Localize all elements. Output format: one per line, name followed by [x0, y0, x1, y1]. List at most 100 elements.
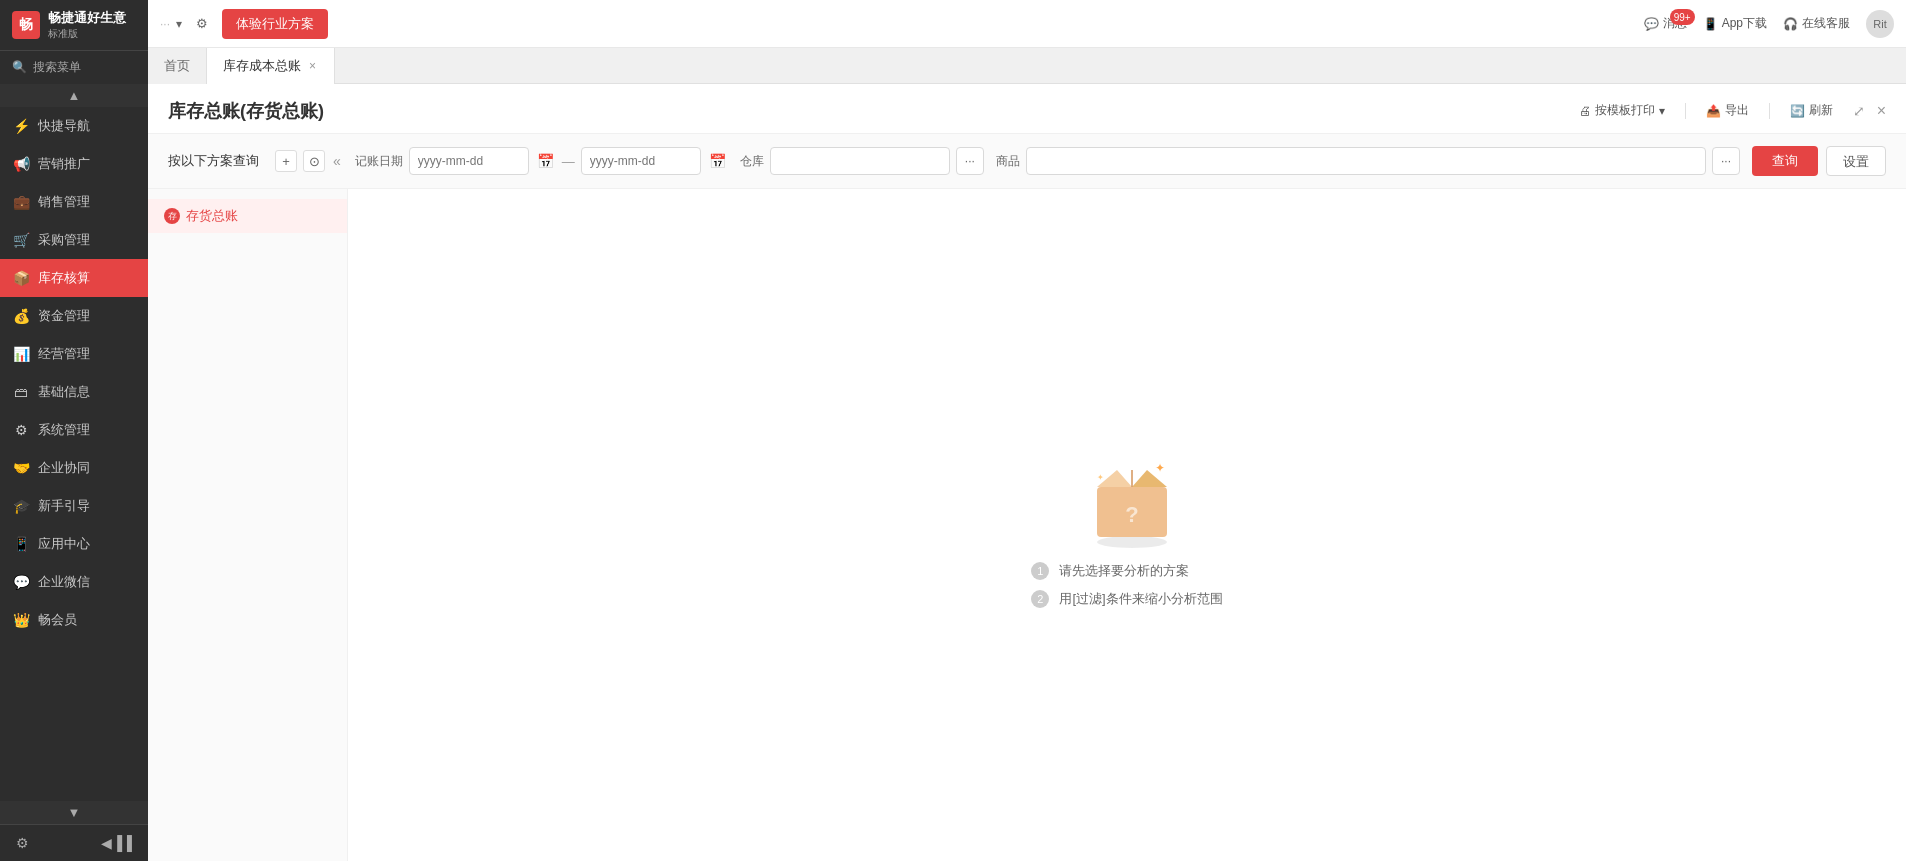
search-icon: 🔍 — [12, 60, 27, 74]
empty-state: ? ✦ ✦ 1 请先选择要分析的方案 2 用[过滤] — [1031, 442, 1222, 608]
tab-home-label: 首页 — [164, 57, 190, 75]
industry-solution-button[interactable]: 体验行业方案 — [222, 9, 328, 39]
warehouse-more-button[interactable]: ··· — [956, 147, 984, 175]
filter-date-group: 记账日期 📅 — 📅 — [355, 147, 728, 175]
sidebar-item-label: 企业微信 — [38, 573, 136, 591]
print-button[interactable]: 🖨 按模板打印 ▾ — [1571, 98, 1673, 123]
sidebar-item-shortcut[interactable]: ⚡ 快捷导航 — [0, 107, 148, 145]
panel-close-button[interactable]: × — [1877, 102, 1886, 120]
page-title: 库存总账(存货总账) — [168, 99, 324, 123]
shortcut-icon: ⚡ — [12, 118, 30, 134]
basic-icon: 🗃 — [12, 384, 30, 400]
sidebar-scroll-down[interactable]: ▼ — [0, 801, 148, 824]
tab-home[interactable]: 首页 — [148, 48, 207, 84]
step-1-text: 请先选择要分析的方案 — [1059, 562, 1189, 580]
page-content: 库存总账(存货总账) 🖨 按模板打印 ▾ 📤 导出 🔄 刷新 ⤢ — [148, 84, 1906, 861]
sidebar-item-wechat[interactable]: 💬 企业微信 — [0, 563, 148, 601]
panel-resize-button[interactable]: ⤢ — [1853, 103, 1865, 119]
date-end-input[interactable] — [581, 147, 701, 175]
topbar-dropdown-button[interactable]: ▾ — [176, 17, 182, 31]
guide-icon: 🎓 — [12, 498, 30, 514]
filter-add-button[interactable]: + — [275, 150, 297, 172]
filter-bar: 按以下方案查询 + ⊙ « 记账日期 📅 — 📅 仓库 ··· 商品 — [148, 134, 1906, 189]
action-divider-2 — [1769, 103, 1770, 119]
sidebar-item-apps[interactable]: 📱 应用中心 — [0, 525, 148, 563]
inventory-icon: 📦 — [12, 270, 30, 286]
online-service-button[interactable]: 🎧 在线客服 — [1783, 15, 1850, 32]
breadcrumb: ··· — [160, 17, 170, 31]
step-2-text: 用[过滤]条件来缩小分析范围 — [1059, 590, 1222, 608]
sidebar-item-guide[interactable]: 🎓 新手引导 — [0, 487, 148, 525]
step-2-number: 2 — [1031, 590, 1049, 608]
filter-warehouse-group: 仓库 ··· — [740, 147, 984, 175]
sidebar-item-finance[interactable]: 💰 资金管理 — [0, 297, 148, 335]
empty-illustration-svg: ? ✦ ✦ — [1077, 442, 1187, 552]
product-field-label: 商品 — [996, 153, 1020, 170]
product-more-button[interactable]: ··· — [1712, 147, 1740, 175]
footer-audio-icon[interactable]: ◀▐▐ — [101, 835, 132, 851]
refresh-button[interactable]: 🔄 刷新 — [1782, 98, 1841, 123]
calendar-start-button[interactable]: 📅 — [535, 151, 556, 171]
empty-step-1: 1 请先选择要分析的方案 — [1031, 562, 1222, 580]
sidebar-item-marketing[interactable]: 📢 营销推广 — [0, 145, 148, 183]
date-start-input[interactable] — [409, 147, 529, 175]
warehouse-input[interactable] — [770, 147, 950, 175]
calendar-end-button[interactable]: 📅 — [707, 151, 728, 171]
sidebar-item-inventory[interactable]: 📦 库存核算 — [0, 259, 148, 297]
app-logo-icon: 畅 — [12, 11, 40, 39]
topbar-settings-button[interactable]: ⚙ — [188, 10, 216, 38]
sidebar-scroll-up[interactable]: ▲ — [0, 84, 148, 107]
sidebar-item-label: 基础信息 — [38, 383, 136, 401]
operation-icon: 📊 — [12, 346, 30, 362]
warehouse-field-label: 仓库 — [740, 153, 764, 170]
sidebar-item-label: 库存核算 — [38, 269, 136, 287]
footer-settings-icon[interactable]: ⚙ — [16, 835, 29, 851]
sidebar-item-label: 快捷导航 — [38, 117, 136, 135]
app-download-button[interactable]: 📱 App下载 — [1703, 15, 1767, 32]
settings-button[interactable]: 设置 — [1826, 146, 1886, 176]
message-badge: 99+ — [1670, 9, 1695, 25]
sidebar-item-sales[interactable]: 💼 销售管理 — [0, 183, 148, 221]
sidebar-item-member[interactable]: 👑 畅会员 — [0, 601, 148, 639]
sidebar-item-label: 企业协同 — [38, 459, 136, 477]
member-icon: 👑 — [12, 612, 30, 628]
sidebar-item-label: 营销推广 — [38, 155, 136, 173]
message-button[interactable]: 💬 消息 99+ — [1644, 15, 1687, 32]
svg-text:✦: ✦ — [1155, 461, 1165, 475]
sidebar-search[interactable]: 🔍 搜索菜单 — [0, 51, 148, 84]
sidebar-item-purchase[interactable]: 🛒 采购管理 — [0, 221, 148, 259]
wechat-icon: 💬 — [12, 574, 30, 590]
sales-icon: 💼 — [12, 194, 30, 210]
app-logo-text: 畅捷通好生意 标准版 — [48, 10, 126, 40]
marketing-icon: 📢 — [12, 156, 30, 172]
tab-close-button[interactable]: × — [307, 60, 318, 72]
filter-label: 按以下方案查询 — [168, 152, 259, 170]
filter-actions: + ⊙ « — [275, 150, 343, 172]
sidebar-item-operation[interactable]: 📊 经营管理 — [0, 335, 148, 373]
filter-collapse-button[interactable]: « — [331, 151, 343, 171]
export-button[interactable]: 📤 导出 — [1698, 98, 1757, 123]
topbar-right: 💬 消息 99+ 📱 App下载 🎧 在线客服 Rit — [1644, 10, 1894, 38]
app-download-label: App下载 — [1722, 15, 1767, 32]
date-separator: — — [562, 154, 575, 169]
date-field-label: 记账日期 — [355, 153, 403, 170]
scheme-item-inventory-ledger[interactable]: 存 存货总账 — [148, 199, 347, 233]
sidebar-nav: ⚡ 快捷导航 📢 营销推广 💼 销售管理 🛒 采购管理 📦 库存核算 💰 资金管… — [0, 107, 148, 801]
query-button[interactable]: 查询 — [1752, 146, 1818, 176]
sidebar-item-basic[interactable]: 🗃 基础信息 — [0, 373, 148, 411]
content-area: 存 存货总账 — [148, 189, 1906, 861]
page-header: 库存总账(存货总账) 🖨 按模板打印 ▾ 📤 导出 🔄 刷新 ⤢ — [148, 84, 1906, 134]
product-input[interactable] — [1026, 147, 1706, 175]
apps-icon: 📱 — [12, 536, 30, 552]
sidebar-item-label: 经营管理 — [38, 345, 136, 363]
user-avatar[interactable]: Rit — [1866, 10, 1894, 38]
scheme-sidebar: 存 存货总账 — [148, 189, 348, 861]
sidebar-item-cooperation[interactable]: 🤝 企业协同 — [0, 449, 148, 487]
sidebar-item-label: 系统管理 — [38, 421, 136, 439]
filter-right: 查询 设置 — [1752, 146, 1886, 176]
empty-illustration: ? ✦ ✦ — [1077, 442, 1177, 542]
scheme-icon: 存 — [164, 208, 180, 224]
tab-inventory-cost[interactable]: 库存成本总账 × — [207, 48, 335, 84]
sidebar-item-system[interactable]: ⚙ 系统管理 — [0, 411, 148, 449]
filter-target-button[interactable]: ⊙ — [303, 150, 325, 172]
